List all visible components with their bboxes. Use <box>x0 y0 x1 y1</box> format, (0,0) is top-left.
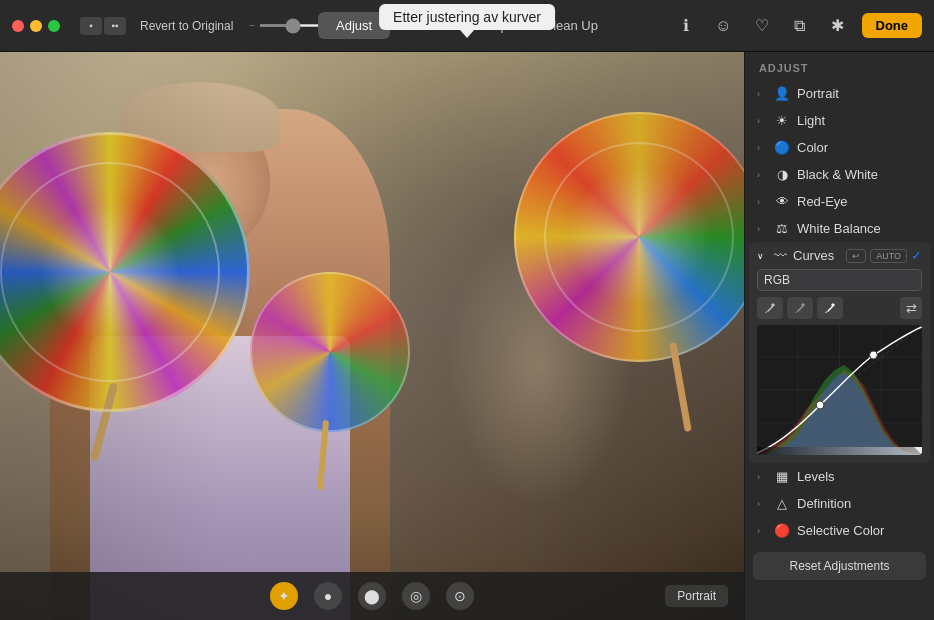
color-icon: 🔵 <box>773 140 791 155</box>
definition-label: Definition <box>797 496 920 511</box>
adjust-item-selective-color[interactable]: › 🔴 Selective Color <box>749 518 930 543</box>
maximize-button[interactable] <box>48 20 60 32</box>
photo-area: ✦ ● ⬤ ◎ ⊙ Portrait <box>0 52 744 620</box>
chevron-wb-icon: › <box>757 224 767 234</box>
selective-color-label: Selective Color <box>797 523 920 538</box>
adjust-item-levels[interactable]: › ▦ Levels <box>749 464 930 489</box>
chevron-redeye-icon: › <box>757 197 767 207</box>
eyedropper-mid-button[interactable] <box>787 297 813 319</box>
wb-icon: ⚖ <box>773 221 791 236</box>
light-icon: ☀ <box>773 113 791 128</box>
reset-adjustments-button[interactable]: Reset Adjustments <box>753 552 926 580</box>
done-button[interactable]: Done <box>862 13 923 38</box>
favorite-button[interactable]: ♡ <box>748 12 776 40</box>
curves-graph[interactable] <box>757 325 922 455</box>
titlebar-left: ▪ ▪▪ Revert to Original − + <box>12 17 349 35</box>
tab-filters[interactable]: Filters <box>390 12 461 39</box>
close-button[interactable] <box>12 20 24 32</box>
levels-label: Levels <box>797 469 920 484</box>
adjust-item-definition[interactable]: › △ Definition <box>749 491 930 516</box>
portrait-label: Portrait <box>797 86 920 101</box>
chevron-selective-color-icon: › <box>757 526 767 536</box>
chevron-portrait-icon: › <box>757 89 767 99</box>
curves-auto-button[interactable]: AUTO <box>870 249 907 263</box>
tool-star[interactable]: ✦ <box>270 582 298 610</box>
redeye-icon: 👁 <box>773 194 791 209</box>
tab-adjust[interactable]: Adjust <box>318 12 390 39</box>
panel-title: ADJUST <box>745 52 934 80</box>
chevron-levels-icon: › <box>757 472 767 482</box>
light-label: Light <box>797 113 920 128</box>
curves-header: ∨ 〰 Curves ↩ AUTO ✓ <box>757 248 922 263</box>
revert-button[interactable]: Revert to Original <box>140 19 233 33</box>
zoom-minus-icon: − <box>249 20 255 31</box>
adjust-item-light[interactable]: › ☀ Light <box>749 108 930 133</box>
chevron-definition-icon: › <box>757 499 767 509</box>
curves-tools: ⇄ <box>757 297 922 319</box>
chevron-curves-icon: ∨ <box>757 251 767 261</box>
redeye-label: Red-Eye <box>797 194 920 209</box>
selective-color-icon: 🔴 <box>773 523 791 538</box>
main-content: ✦ ● ⬤ ◎ ⊙ Portrait ADJUST › 👤 Portrait ›… <box>0 52 934 620</box>
eyedropper-dark-button[interactable] <box>757 297 783 319</box>
curves-undo-button[interactable]: ↩ <box>846 249 866 263</box>
more-button[interactable]: ✱ <box>824 12 852 40</box>
titlebar-right: ℹ ☺ ♡ ⧉ ✱ Done <box>672 12 923 40</box>
color-label: Color <box>797 140 920 155</box>
tool-dark-circle[interactable]: ⬤ <box>358 582 386 610</box>
curves-check-icon: ✓ <box>911 248 922 263</box>
portrait-button[interactable]: Portrait <box>665 585 728 607</box>
svg-rect-9 <box>757 447 922 455</box>
curves-svg <box>757 325 922 455</box>
definition-icon: △ <box>773 496 791 511</box>
traffic-lights <box>12 20 60 32</box>
tab-cleanup[interactable]: Clean Up <box>526 12 616 39</box>
tool-ring-circle[interactable]: ◎ <box>402 582 430 610</box>
adjust-item-redeye[interactable]: › 👁 Red-Eye <box>749 189 930 214</box>
portrait-icon: 👤 <box>773 86 791 101</box>
chevron-light-icon: › <box>757 116 767 126</box>
curves-channel-select[interactable]: RGB Red Green Blue <box>757 269 922 291</box>
curves-title: Curves <box>793 248 842 263</box>
split-view-button[interactable]: ▪▪ <box>104 17 126 35</box>
duplicate-button[interactable]: ⧉ <box>786 12 814 40</box>
right-panel: ADJUST › 👤 Portrait › ☀ Light › 🔵 Color … <box>744 52 934 620</box>
share-button[interactable]: ☺ <box>710 12 738 40</box>
svg-point-7 <box>816 401 824 409</box>
adjust-item-bw[interactable]: › ◑ Black & White <box>749 162 930 187</box>
photo-bottom-bar: ✦ ● ⬤ ◎ ⊙ Portrait <box>0 572 744 620</box>
curves-section: ∨ 〰 Curves ↩ AUTO ✓ RGB Red Green Blue <box>749 242 930 463</box>
curves-swap-button[interactable]: ⇄ <box>900 297 922 319</box>
eyedropper-light-button[interactable] <box>817 297 843 319</box>
titlebar-tabs: Adjust Filters Crop Clean Up <box>318 12 616 39</box>
info-button[interactable]: ℹ <box>672 12 700 40</box>
curves-icon: 〰 <box>771 248 789 263</box>
titlebar: ▪ ▪▪ Revert to Original − + Adjust Filte… <box>0 0 934 52</box>
view-toggle: ▪ ▪▪ <box>80 17 126 35</box>
bw-icon: ◑ <box>773 167 791 182</box>
photo-canvas <box>0 52 744 620</box>
chevron-color-icon: › <box>757 143 767 153</box>
tool-gray-circle[interactable]: ● <box>314 582 342 610</box>
svg-point-8 <box>870 351 878 359</box>
adjust-item-wb[interactable]: › ⚖ White Balance <box>749 216 930 241</box>
bw-label: Black & White <box>797 167 920 182</box>
levels-icon: ▦ <box>773 469 791 484</box>
tool-dot-circle[interactable]: ⊙ <box>446 582 474 610</box>
single-view-button[interactable]: ▪ <box>80 17 102 35</box>
adjust-item-color[interactable]: › 🔵 Color <box>749 135 930 160</box>
minimize-button[interactable] <box>30 20 42 32</box>
tab-crop[interactable]: Crop <box>462 12 526 39</box>
chevron-bw-icon: › <box>757 170 767 180</box>
wb-label: White Balance <box>797 221 920 236</box>
adjust-item-portrait[interactable]: › 👤 Portrait <box>749 81 930 106</box>
